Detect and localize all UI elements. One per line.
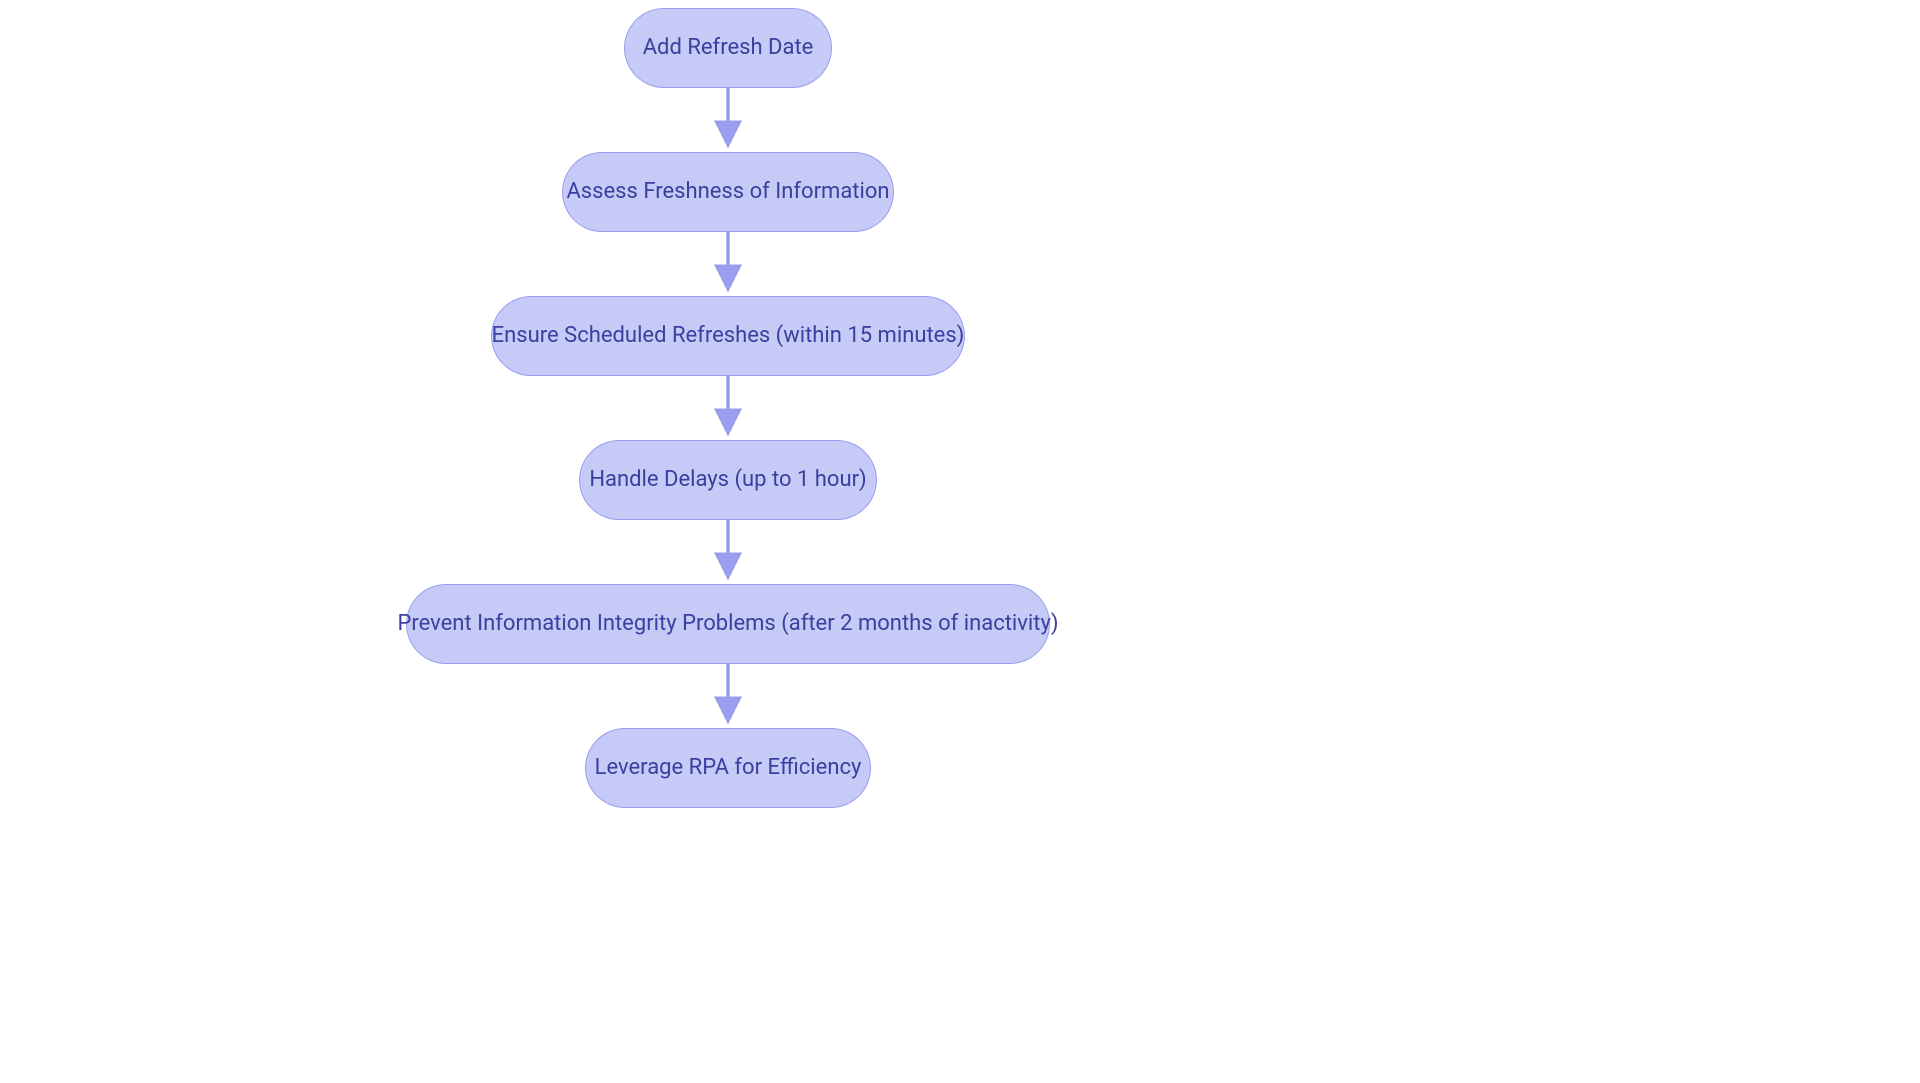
node-label: Assess Freshness of Information [566,179,889,205]
node-label: Add Refresh Date [643,35,814,61]
flowchart-node-scheduled-refreshes: Ensure Scheduled Refreshes (within 15 mi… [491,296,965,376]
flowchart-arrows [0,0,1920,1083]
flowchart-node-prevent-integrity-problems: Prevent Information Integrity Problems (… [406,584,1050,664]
node-label: Leverage RPA for Efficiency [595,755,862,781]
flowchart-node-assess-freshness: Assess Freshness of Information [562,152,894,232]
node-label: Handle Delays (up to 1 hour) [589,467,866,493]
flowchart-node-handle-delays: Handle Delays (up to 1 hour) [579,440,877,520]
node-label: Prevent Information Integrity Problems (… [397,611,1058,637]
flowchart-node-add-refresh-date: Add Refresh Date [624,8,832,88]
flowchart-node-leverage-rpa: Leverage RPA for Efficiency [585,728,871,808]
node-label: Ensure Scheduled Refreshes (within 15 mi… [492,323,965,349]
flowchart-canvas: Add Refresh Date Assess Freshness of Inf… [0,0,1920,1083]
